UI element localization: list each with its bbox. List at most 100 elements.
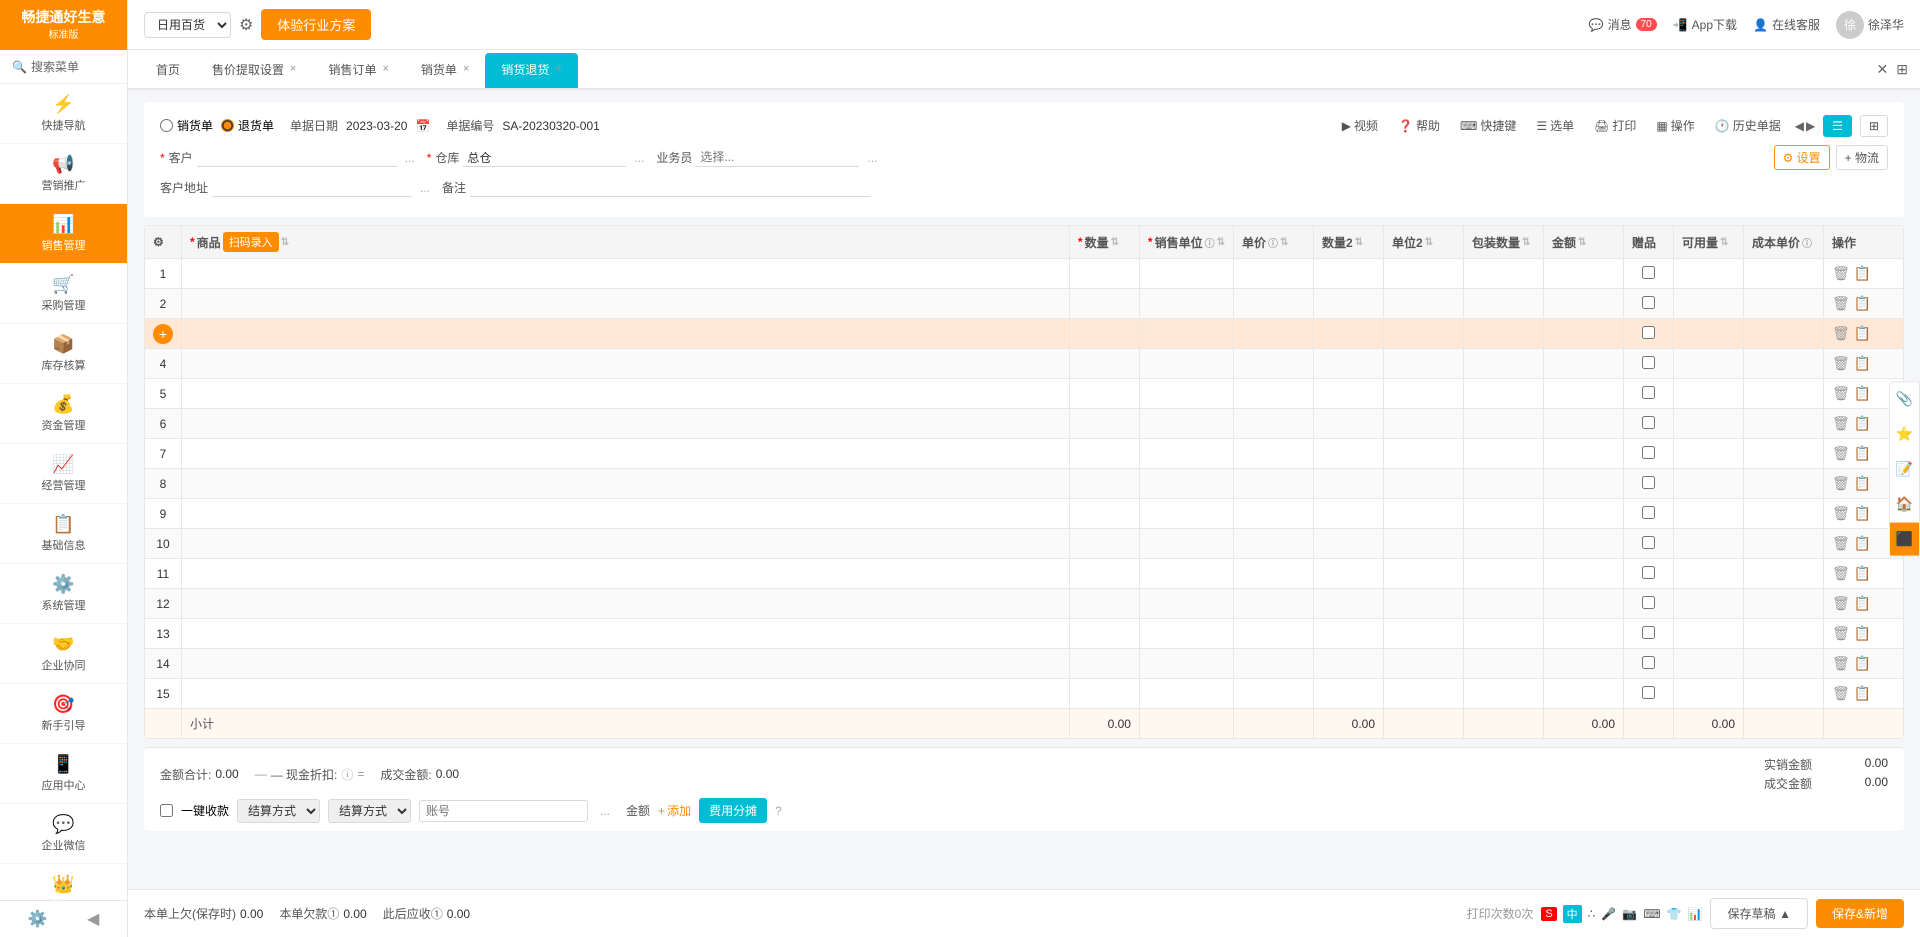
row-2-qty[interactable]	[1069, 289, 1139, 319]
row-1-avail[interactable]	[1674, 259, 1744, 289]
scan-input-btn[interactable]: 扫码录入	[223, 232, 279, 252]
edge-attachment-btn[interactable]: 📎	[1890, 382, 1919, 415]
row-10-copy-icon[interactable]: 📋	[1854, 535, 1871, 552]
row-6-copy-icon[interactable]: 📋	[1854, 415, 1871, 432]
row-14-delete-icon[interactable]: 🗑	[1832, 655, 1850, 672]
row-2-gift[interactable]	[1624, 289, 1674, 319]
save-draft-btn[interactable]: 保存草稿 ▲	[1710, 898, 1808, 929]
expand-tab-btn[interactable]: ⊞	[1896, 61, 1908, 78]
row-3-pkgqty[interactable]	[1464, 319, 1544, 349]
row-2-unit[interactable]	[1139, 289, 1233, 319]
sidebar-item-basic[interactable]: 📋 基础信息	[0, 504, 127, 564]
row-9-copy-icon[interactable]: 📋	[1854, 505, 1871, 522]
row-12-copy-icon[interactable]: 📋	[1854, 595, 1871, 612]
payment-method-select2[interactable]: 结算方式	[328, 799, 411, 823]
industry-select[interactable]: 日用百货	[144, 12, 231, 38]
tab-sales-order-close[interactable]: ×	[382, 63, 388, 75]
row-3-qty[interactable]	[1069, 319, 1139, 349]
row-1-copy-icon[interactable]: 📋	[1854, 265, 1871, 282]
payment-account-input[interactable]	[419, 800, 588, 822]
pkgqty-sort-icon[interactable]: ⇅	[1522, 237, 1530, 248]
row-14-copy-icon[interactable]: 📋	[1854, 655, 1871, 672]
row-2-amount[interactable]	[1544, 289, 1624, 319]
tab-sales-order[interactable]: 销售订单 ×	[312, 53, 404, 88]
row-3-avail[interactable]	[1674, 319, 1744, 349]
save-new-btn[interactable]: 保存&新增	[1816, 899, 1904, 928]
calendar-icon[interactable]: 📅	[415, 119, 430, 133]
next-record-btn[interactable]: ▶	[1806, 119, 1815, 133]
staff-dots[interactable]: ...	[867, 151, 877, 165]
row-3-product[interactable]	[182, 319, 1070, 349]
product-sort-icon[interactable]: ⇅	[281, 237, 289, 248]
sidebar-item-newbie[interactable]: 🎯 新手引导	[0, 684, 127, 744]
row-3-price[interactable]	[1234, 319, 1314, 349]
select-btn[interactable]: ☰ 选单	[1530, 114, 1580, 137]
view-list-btn[interactable]: ☰	[1823, 115, 1852, 137]
sidebar-item-system[interactable]: ⚙️ 系统管理	[0, 564, 127, 624]
sidebar-item-member[interactable]: 👑 畅会员	[0, 864, 127, 900]
row-10-delete-icon[interactable]: 🗑	[1832, 535, 1850, 552]
row-2-qty2[interactable]	[1314, 289, 1384, 319]
edge-favorite-btn[interactable]: ⭐	[1890, 417, 1919, 450]
logistics-button[interactable]: + 物流	[1836, 145, 1888, 170]
video-btn[interactable]: ▶ 视频	[1336, 114, 1384, 137]
tab-home[interactable]: 首页	[140, 53, 196, 88]
row-2-cost[interactable]	[1744, 289, 1824, 319]
history-btn[interactable]: 🕐 历史单据	[1709, 114, 1787, 137]
warehouse-input[interactable]	[463, 148, 626, 167]
row-8-delete-icon[interactable]: 🗑	[1832, 475, 1850, 492]
edge-active-btn[interactable]: ⬛	[1890, 522, 1919, 555]
tab-price-extract[interactable]: 售价提取设置 ×	[196, 53, 312, 88]
radio-return-input[interactable]	[221, 119, 234, 132]
row-1-unit[interactable]	[1139, 259, 1233, 289]
mic-icon[interactable]: 🎤	[1601, 907, 1616, 921]
radio-delivery-input[interactable]	[160, 119, 173, 132]
lang-icon[interactable]: 中	[1563, 905, 1582, 923]
sidebar-item-purchase[interactable]: 🛒 采购管理	[0, 264, 127, 324]
sidebar-collapse-btn[interactable]: ◀	[87, 909, 99, 929]
row-2-delete-icon[interactable]: 🗑	[1832, 295, 1850, 312]
view-detail-btn[interactable]: ⊞	[1860, 115, 1888, 137]
tab-sales-return[interactable]: 销货退货 ×	[485, 53, 577, 88]
row-2-gift-checkbox[interactable]	[1642, 296, 1655, 309]
row-15-copy-icon[interactable]: 📋	[1854, 685, 1871, 702]
shirt-icon[interactable]: 👕	[1667, 907, 1682, 921]
row-7-delete-icon[interactable]: 🗑	[1832, 445, 1850, 462]
row-15-delete-icon[interactable]: 🗑	[1832, 685, 1850, 702]
row-1-gift[interactable]	[1624, 259, 1674, 289]
edge-home-btn[interactable]: 🏠	[1890, 487, 1919, 520]
row-3-qty2[interactable]	[1314, 319, 1384, 349]
warehouse-dots[interactable]: ...	[634, 151, 644, 165]
row-3-cost[interactable]	[1744, 319, 1824, 349]
sidebar-item-finance[interactable]: 💰 资金管理	[0, 384, 127, 444]
radio-delivery[interactable]: 销货单	[160, 117, 213, 134]
add-row-btn[interactable]: +	[153, 324, 173, 344]
row-1-price[interactable]	[1234, 259, 1314, 289]
price-sort-icon[interactable]: ⇅	[1280, 237, 1288, 248]
add-payment-btn[interactable]: + 添加	[658, 802, 691, 819]
shortcut-btn[interactable]: ⌨ 快捷键	[1454, 114, 1522, 137]
row-1-gift-checkbox[interactable]	[1642, 266, 1655, 279]
chart-icon[interactable]: 📊	[1688, 907, 1703, 921]
row-1-cost[interactable]	[1744, 259, 1824, 289]
edge-note-btn[interactable]: 📝	[1890, 452, 1919, 485]
row-1-delete-icon[interactable]: 🗑	[1832, 265, 1850, 282]
row-2-price[interactable]	[1234, 289, 1314, 319]
online-service-btn[interactable]: 👤 在线客服	[1753, 16, 1820, 33]
sidebar-item-operations[interactable]: 📈 经营管理	[0, 444, 127, 504]
tab-sales-delivery[interactable]: 销货单 ×	[405, 53, 485, 88]
customer-input[interactable]	[197, 148, 397, 167]
sidebar-item-wechat[interactable]: 💬 企业微信	[0, 804, 127, 864]
row-13-copy-icon[interactable]: 📋	[1854, 625, 1871, 642]
cost-info-icon[interactable]: ⓘ	[1802, 235, 1812, 250]
qty2-sort-icon[interactable]: ⇅	[1355, 237, 1363, 248]
cash-discount-info[interactable]: ⓘ	[341, 766, 353, 783]
row-11-delete-icon[interactable]: 🗑	[1832, 565, 1850, 582]
sidebar-item-marketing[interactable]: 📢 营销推广	[0, 144, 127, 204]
sidebar-item-search[interactable]: 🔍 搜索菜单	[0, 50, 127, 84]
row-3-product-input[interactable]	[190, 327, 1061, 341]
payment-help-icon[interactable]: ?	[775, 804, 782, 818]
row-2-unit2[interactable]	[1384, 289, 1464, 319]
sidebar-item-sales[interactable]: 📊 销售管理	[0, 204, 127, 264]
close-all-tabs-btn[interactable]: ✕	[1877, 61, 1889, 78]
